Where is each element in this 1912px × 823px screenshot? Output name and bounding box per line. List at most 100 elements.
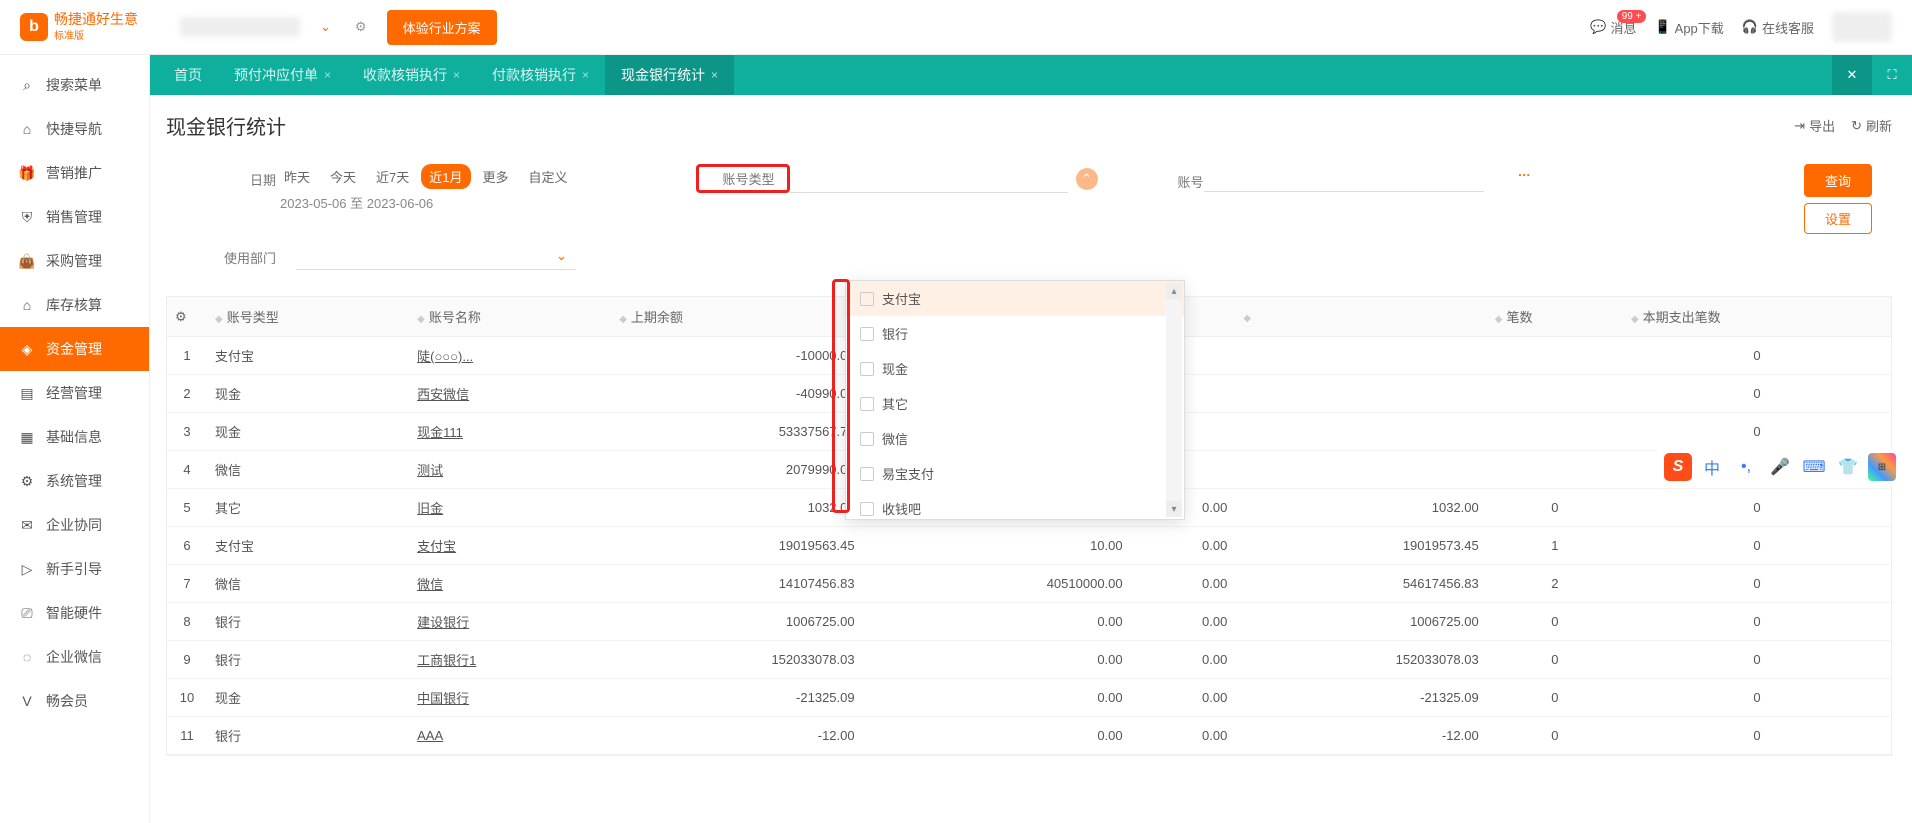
account-link[interactable]: 测试	[417, 463, 443, 478]
column-header[interactable]: ◆本期支出笔数	[1623, 297, 1891, 337]
date-option[interactable]: 近7天	[368, 164, 417, 189]
scroll-down-icon[interactable]: ▾	[1166, 501, 1182, 517]
column-header[interactable]: ◆	[1235, 297, 1486, 337]
dropdown-option[interactable]: 收钱吧	[846, 491, 1184, 520]
sidebar-item-box[interactable]: ⌂库存核算	[0, 283, 149, 327]
support-link[interactable]: 🎧 在线客服	[1742, 18, 1814, 37]
sidebar-item-doc[interactable]: ▤经营管理	[0, 371, 149, 415]
ime-mic-icon[interactable]: 🎤	[1766, 453, 1794, 481]
account-link[interactable]: 微信	[417, 577, 443, 592]
dropdown-option[interactable]: 现金	[846, 351, 1184, 386]
app-download-link[interactable]: 📱 App下载	[1654, 18, 1723, 37]
account-link[interactable]: 旧金	[417, 501, 443, 516]
account-link[interactable]: AAA	[417, 728, 443, 743]
cell-out: 0	[1623, 527, 1891, 565]
column-label: 本期支出笔数	[1643, 310, 1721, 325]
account-link[interactable]: 现金111	[417, 425, 463, 440]
cell-b: -12.00	[1235, 717, 1486, 755]
sidebar-item-gift[interactable]: 🎁营销推广	[0, 151, 149, 195]
search-button[interactable]: 查询	[1804, 164, 1872, 197]
tab[interactable]: 收款核销执行×	[347, 55, 476, 95]
close-icon[interactable]: ×	[453, 68, 460, 82]
column-header[interactable]: ◆账号名称	[409, 297, 611, 337]
account-link[interactable]: 中国银行	[417, 691, 469, 706]
date-option[interactable]: 自定义	[521, 164, 576, 189]
settings-button[interactable]: 设置	[1804, 203, 1872, 234]
sidebar-item-search[interactable]: ⌕搜索菜单	[0, 63, 149, 107]
checkbox[interactable]	[860, 362, 874, 376]
cell-type: 现金	[207, 413, 409, 451]
checkbox[interactable]	[860, 467, 874, 481]
account-link[interactable]: 支付宝	[417, 539, 456, 554]
sidebar-item-chat[interactable]: ✉企业协同	[0, 503, 149, 547]
ime-logo-icon[interactable]: S	[1664, 453, 1692, 481]
user-avatar[interactable]	[1832, 12, 1892, 42]
tab[interactable]: 现金银行统计×	[605, 55, 734, 95]
checkbox[interactable]	[860, 292, 874, 306]
tab[interactable]: 首页	[158, 55, 218, 95]
ime-skin-icon[interactable]: 👕	[1834, 453, 1862, 481]
sidebar-item-device[interactable]: ⎚智能硬件	[0, 591, 149, 635]
close-icon[interactable]: ×	[711, 68, 718, 82]
dropdown-scrollbar[interactable]: ▴ ▾	[1166, 283, 1182, 517]
export-button[interactable]: ⇥导出	[1794, 116, 1835, 135]
column-header[interactable]: ◆账号类型	[207, 297, 409, 337]
date-option[interactable]: 近1月	[421, 164, 470, 189]
ime-keyboard-icon[interactable]: ⌨	[1800, 453, 1828, 481]
scroll-up-icon[interactable]: ▴	[1166, 283, 1182, 299]
sidebar-item-wechat[interactable]: ◌企业微信	[0, 635, 149, 679]
sidebar-item-vip[interactable]: V畅会员	[0, 679, 149, 723]
org-selector[interactable]: ⌄ ⚙ 体验行业方案	[180, 10, 497, 45]
collapse-toggle[interactable]: ⌃	[1076, 168, 1098, 190]
account-link[interactable]: 陡(○○○)...	[417, 349, 473, 364]
messages-link[interactable]: 💬 消息 99 +	[1590, 18, 1636, 37]
sidebar-item-play[interactable]: ▷新手引导	[0, 547, 149, 591]
acct-select[interactable]	[1204, 164, 1484, 192]
acct-type-select[interactable]	[788, 165, 1068, 193]
sidebar-item-bag[interactable]: 👜采购管理	[0, 239, 149, 283]
date-option[interactable]: 今天	[322, 164, 364, 189]
sidebar-item-cog[interactable]: ⚙系统管理	[0, 459, 149, 503]
dropdown-option[interactable]: 支付宝	[846, 281, 1184, 316]
ime-punct-icon[interactable]: •,	[1732, 453, 1760, 481]
account-link[interactable]: 工商银行1	[417, 653, 476, 668]
cell-out: 0	[1623, 337, 1891, 375]
dropdown-option[interactable]: 易宝支付	[846, 456, 1184, 491]
sidebar-item-shield[interactable]: ⛨销售管理	[0, 195, 149, 239]
sidebar-item-grid[interactable]: ▦基础信息	[0, 415, 149, 459]
date-option[interactable]: 更多	[475, 164, 517, 189]
close-icon[interactable]: ×	[582, 68, 589, 82]
column-header[interactable]: ◆笔数	[1487, 297, 1623, 337]
gear-icon[interactable]: ⚙	[355, 19, 367, 35]
ime-lang-indicator[interactable]: 中	[1698, 453, 1726, 481]
checkbox[interactable]	[860, 502, 874, 516]
table-settings-header[interactable]: ⚙	[167, 297, 207, 337]
tab[interactable]: 付款核销执行×	[476, 55, 605, 95]
close-tab-icon[interactable]: ✕	[1832, 55, 1872, 95]
cog-icon: ⚙	[18, 472, 36, 490]
date-filter-label: 日期	[206, 164, 276, 212]
dropdown-option[interactable]: 银行	[846, 316, 1184, 351]
checkbox[interactable]	[860, 432, 874, 446]
dept-select[interactable]	[296, 242, 576, 270]
account-link[interactable]: 西安微信	[417, 387, 469, 402]
tab[interactable]: 预付冲应付单×	[218, 55, 347, 95]
checkbox[interactable]	[860, 397, 874, 411]
checkbox[interactable]	[860, 327, 874, 341]
refresh-label: 刷新	[1866, 116, 1892, 135]
refresh-button[interactable]: ↻刷新	[1851, 116, 1892, 135]
promo-button[interactable]: 体验行业方案	[387, 10, 497, 45]
sidebar-item-wallet[interactable]: ◈资金管理	[0, 327, 149, 371]
ime-toolbox-icon[interactable]: ⊞	[1868, 453, 1896, 481]
dropdown-option[interactable]: 其它	[846, 386, 1184, 421]
date-option[interactable]: 昨天	[276, 164, 318, 189]
more-filters-icon[interactable]: …	[1518, 164, 1533, 179]
column-header[interactable]: ◆上期余额	[611, 297, 862, 337]
fullscreen-icon[interactable]: ⛶	[1872, 55, 1912, 95]
sidebar-item-home[interactable]: ⌂快捷导航	[0, 107, 149, 151]
table-row: 6支付宝支付宝19019563.4510.000.0019019573.4510	[167, 527, 1891, 565]
dropdown-option[interactable]: 微信	[846, 421, 1184, 456]
close-icon[interactable]: ×	[324, 68, 331, 82]
row-index: 10	[167, 679, 207, 717]
account-link[interactable]: 建设银行	[417, 615, 469, 630]
